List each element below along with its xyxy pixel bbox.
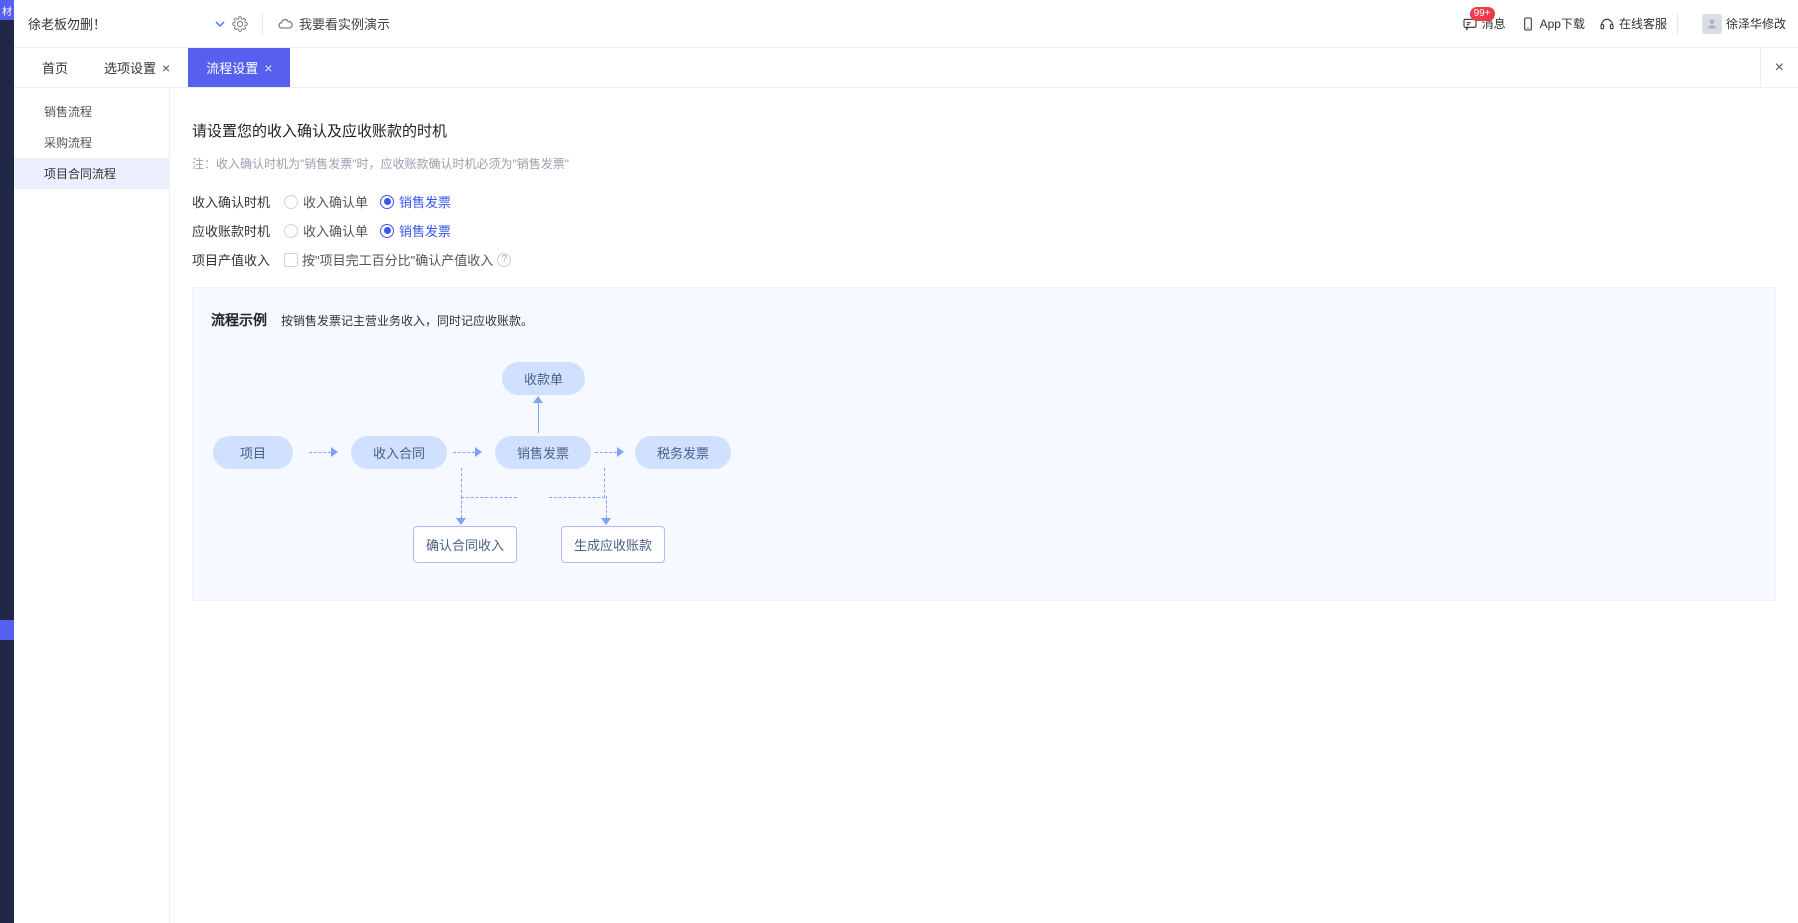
- close-icon[interactable]: ×: [264, 61, 272, 75]
- arrow-icon: [453, 447, 482, 457]
- radio-income-confirm-doc-2[interactable]: 收入确认单: [284, 221, 368, 240]
- radio-label: 销售发票: [399, 221, 451, 240]
- topbar: 徐老板勿删！ 我要看实例演示 99+ 消息: [14, 0, 1798, 48]
- sidebar: 销售流程 采购流程 项目合同流程: [14, 88, 170, 923]
- divider: [262, 13, 263, 35]
- tab-options[interactable]: 选项设置 ×: [86, 48, 188, 87]
- sidebar-item-label: 采购流程: [44, 136, 92, 150]
- arrow-icon: [595, 447, 624, 457]
- dashed-path: [549, 468, 605, 498]
- demo-link-label: 我要看实例演示: [299, 14, 390, 33]
- sidebar-item-purchase[interactable]: 采购流程: [14, 127, 169, 158]
- user-action[interactable]: 徐泽华修改: [1702, 14, 1786, 34]
- node-tax-invoice: 税务发票: [635, 436, 731, 469]
- node-income-contract: 收入合同: [351, 436, 447, 469]
- tab-label: 选项设置: [104, 58, 156, 77]
- row-label: 项目产值收入: [192, 250, 272, 269]
- close-all-tabs[interactable]: ×: [1760, 48, 1798, 87]
- dashed-path: [461, 468, 517, 498]
- headset-icon: [1599, 16, 1615, 32]
- node-sales-invoice: 销售发票: [495, 436, 591, 469]
- avatar: [1702, 14, 1722, 34]
- messages-badge: 99+: [1470, 7, 1495, 21]
- flow-diagram: 项目 收入合同 销售发票 税务发票 收款单 确认合同收入 生成应收账款: [213, 356, 753, 566]
- tab-label: 流程设置: [206, 58, 258, 77]
- row-label: 收入确认时机: [192, 192, 272, 211]
- example-box: 流程示例 按销售发票记主营业务收入，同时记应收账款。 项目 收入合同 销售发票 …: [192, 287, 1776, 601]
- left-rail: 材: [0, 0, 14, 923]
- sidebar-item-project-contract[interactable]: 项目合同流程: [14, 158, 169, 189]
- row-label: 应收账款时机: [192, 221, 272, 240]
- node-gen-receivable: 生成应收账款: [561, 526, 665, 563]
- gear-icon[interactable]: [232, 16, 248, 32]
- demo-link[interactable]: 我要看实例演示: [277, 14, 390, 33]
- company-dropdown[interactable]: 徐老板勿删！: [22, 8, 232, 40]
- checkbox-percentage[interactable]: 按"项目完工百分比"确认产值收入 ?: [284, 250, 511, 269]
- service-label: 在线客服: [1619, 15, 1667, 32]
- example-heading: 流程示例: [211, 310, 267, 330]
- info-icon[interactable]: ?: [497, 253, 511, 267]
- user-name: 徐泽华修改: [1726, 15, 1786, 32]
- checkbox-icon: [284, 253, 298, 267]
- chevron-down-icon: [214, 18, 226, 30]
- node-receipt: 收款单: [502, 362, 585, 395]
- note-text: 注：收入确认时机为"销售发票"时，应收账款确认时机必须为"销售发票": [192, 155, 1776, 172]
- tab-home[interactable]: 首页: [24, 48, 86, 87]
- app-download-label: App下载: [1540, 15, 1585, 32]
- online-service-action[interactable]: 在线客服: [1599, 15, 1667, 32]
- arrow-down-icon: [601, 496, 611, 525]
- app-download-action[interactable]: App下载: [1520, 15, 1585, 32]
- cloud-icon: [277, 16, 293, 32]
- sidebar-item-sales[interactable]: 销售流程: [14, 96, 169, 127]
- tabsbar: 首页 选项设置 × 流程设置 × ×: [14, 48, 1798, 88]
- row-income-confirm: 收入确认时机 收入确认单 销售发票: [192, 192, 1776, 211]
- radio-label: 销售发票: [399, 192, 451, 211]
- content: 请设置您的收入确认及应收账款的时机 注：收入确认时机为"销售发票"时，应收账款确…: [170, 88, 1798, 923]
- rail-icon-top[interactable]: 材: [0, 0, 14, 20]
- page-title: 请设置您的收入确认及应收账款的时机: [192, 120, 1776, 141]
- messages-action[interactable]: 99+ 消息: [1462, 15, 1506, 32]
- phone-icon: [1520, 16, 1536, 32]
- sidebar-item-label: 项目合同流程: [44, 167, 116, 181]
- node-project: 项目: [213, 436, 293, 469]
- radio-income-confirm-doc[interactable]: 收入确认单: [284, 192, 368, 211]
- row-receivable: 应收账款时机 收入确认单 销售发票: [192, 221, 1776, 240]
- row-project-output: 项目产值收入 按"项目完工百分比"确认产值收入 ?: [192, 250, 1776, 269]
- arrow-up-icon: [533, 396, 543, 433]
- company-name: 徐老板勿删！: [28, 14, 106, 33]
- radio-label: 收入确认单: [303, 192, 368, 211]
- arrow-icon: [309, 447, 338, 457]
- rail-icon-active[interactable]: [0, 620, 14, 640]
- close-icon[interactable]: ×: [162, 61, 170, 75]
- arrow-down-icon: [456, 496, 466, 525]
- checkbox-label: 按"项目完工百分比"确认产值收入: [302, 250, 493, 269]
- radio-sales-invoice-2[interactable]: 销售发票: [380, 221, 451, 240]
- node-confirm-income: 确认合同收入: [413, 526, 517, 563]
- divider: [1677, 13, 1678, 35]
- tab-flow-settings[interactable]: 流程设置 ×: [188, 48, 290, 87]
- tab-label: 首页: [42, 58, 68, 77]
- radio-label: 收入确认单: [303, 221, 368, 240]
- sidebar-item-label: 销售流程: [44, 105, 92, 119]
- example-desc: 按销售发票记主营业务收入，同时记应收账款。: [281, 312, 533, 329]
- radio-sales-invoice-1[interactable]: 销售发票: [380, 192, 451, 211]
